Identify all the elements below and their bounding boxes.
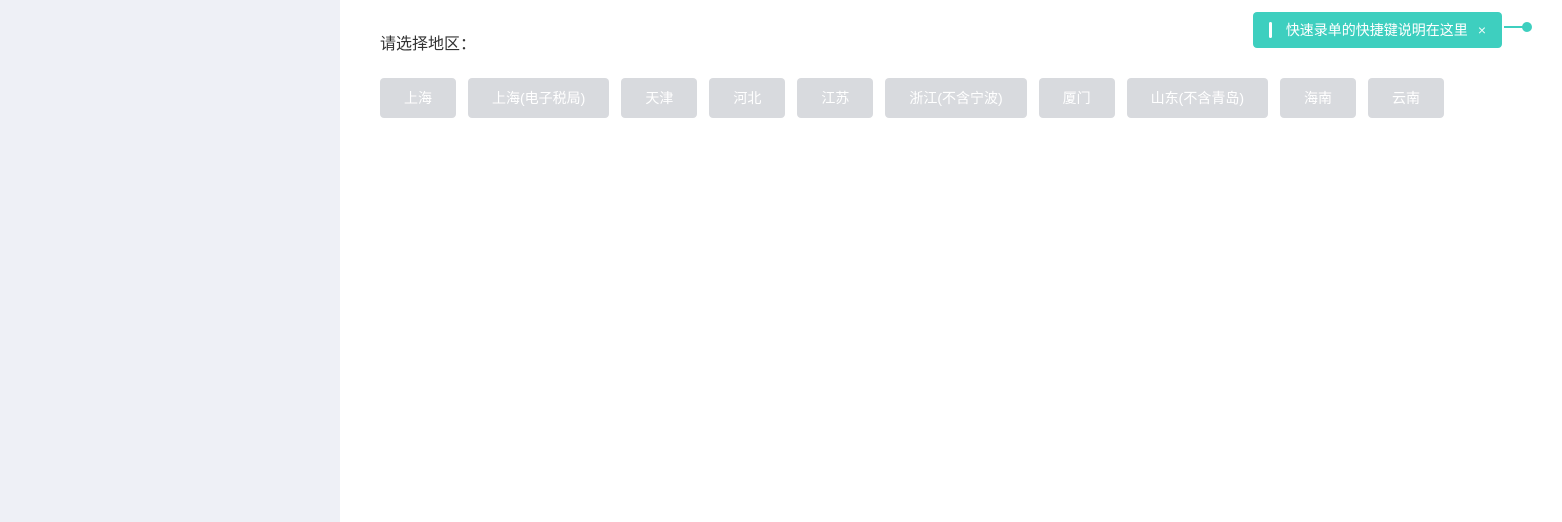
connector-dot — [1522, 22, 1532, 32]
left-sidebar — [0, 0, 340, 522]
region-buttons-row1: 上海上海(电子税局) 天津河北江苏浙江(不含宁波) 厦门山东(不含青岛) 海南云南 — [380, 78, 1522, 118]
region-button-hebei[interactable]: 河北 — [709, 78, 785, 118]
region-button-zhejiang[interactable]: 浙江(不含宁波) — [885, 78, 1026, 118]
region-button-xiamen[interactable]: 厦门 — [1039, 78, 1115, 118]
region-button-shanghai[interactable]: 上海 — [380, 78, 456, 118]
region-button-shandong[interactable]: 山东(不含青岛) — [1127, 78, 1268, 118]
main-content: 请选择地区： 上海上海(电子税局)天津河北江苏浙江(不含宁波)厦门山东(不含青岛… — [340, 0, 1562, 522]
region-button-jiangsu[interactable]: 江苏 — [797, 78, 873, 118]
region-button-tianjin[interactable]: 天津 — [621, 78, 697, 118]
connector-line — [1504, 26, 1524, 28]
tooltip-text: 快速录单的快捷键说明在这里 — [1286, 20, 1468, 40]
tooltip-banner: 快速录单的快捷键说明在这里 × — [1253, 12, 1502, 48]
tooltip-close-button[interactable]: × — [1478, 22, 1486, 38]
region-button-hainan[interactable]: 海南 — [1280, 78, 1356, 118]
region-button-shanghai-etax[interactable]: 上海(电子税局) — [468, 78, 609, 118]
region-button-yunnan[interactable]: 云南 — [1368, 78, 1444, 118]
